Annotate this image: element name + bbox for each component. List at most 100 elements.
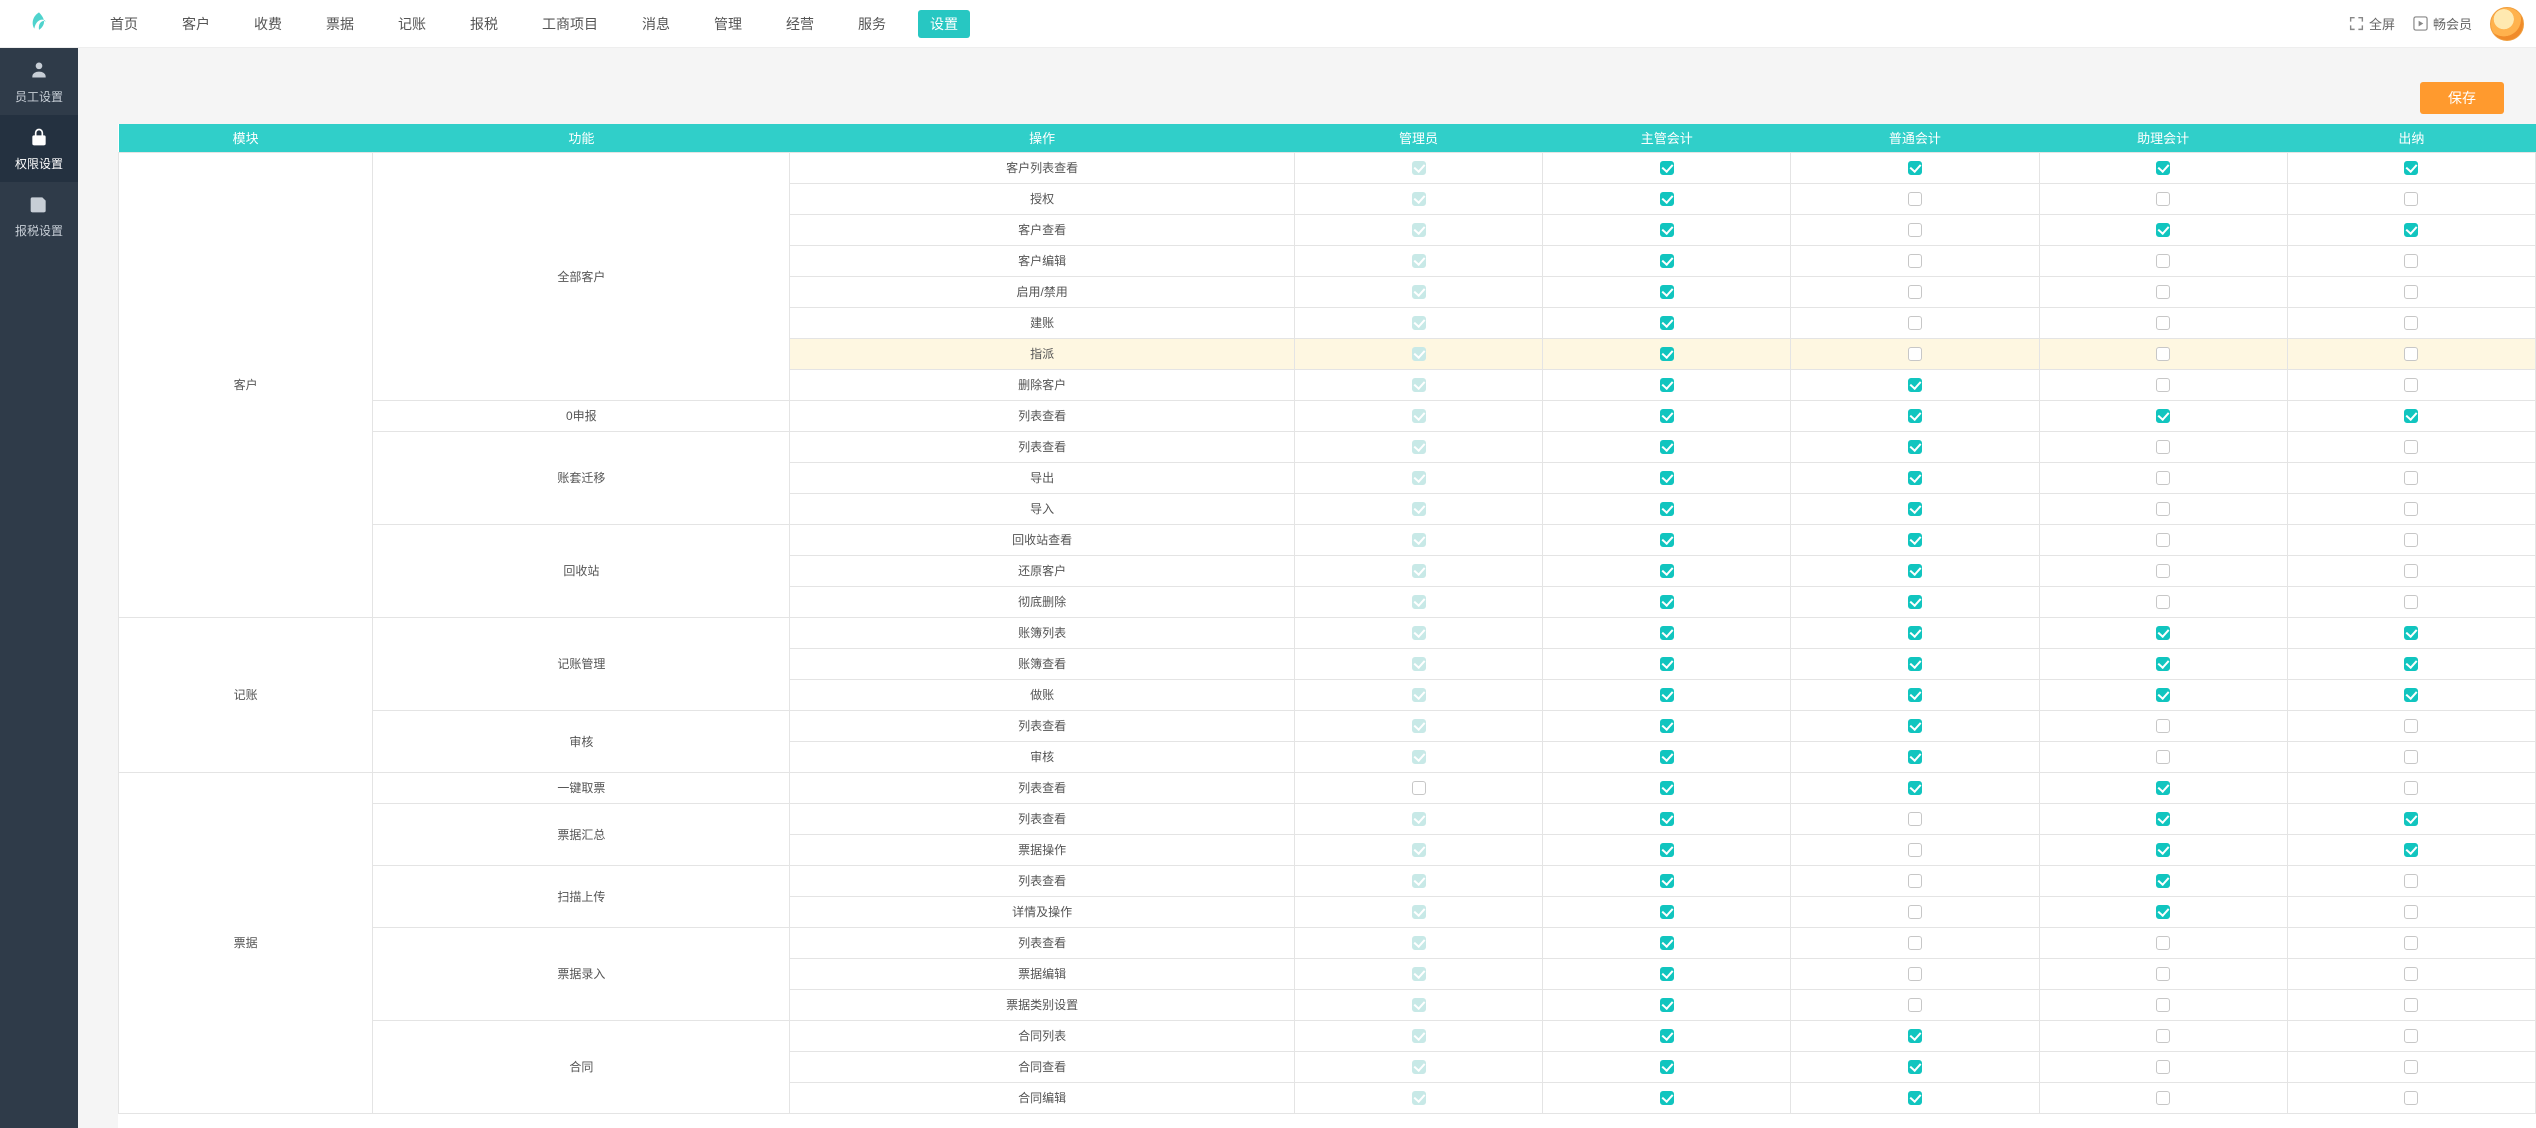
- fullscreen-button[interactable]: 全屏: [2349, 14, 2395, 33]
- checkbox[interactable]: [1660, 1091, 1674, 1105]
- topnav-item-8[interactable]: 管理: [692, 0, 764, 48]
- checkbox[interactable]: [2404, 564, 2418, 578]
- checkbox[interactable]: [1908, 967, 1922, 981]
- checkbox[interactable]: [1908, 254, 1922, 268]
- checkbox[interactable]: [2404, 750, 2418, 764]
- sidebar-item-tax[interactable]: 报税设置: [0, 182, 78, 249]
- checkbox[interactable]: [1908, 192, 1922, 206]
- checkbox[interactable]: [1660, 936, 1674, 950]
- checkbox[interactable]: [2156, 564, 2170, 578]
- checkbox[interactable]: [2156, 750, 2170, 764]
- checkbox[interactable]: [2404, 440, 2418, 454]
- checkbox[interactable]: [1908, 688, 1922, 702]
- checkbox[interactable]: [2156, 626, 2170, 640]
- checkbox[interactable]: [1660, 378, 1674, 392]
- checkbox[interactable]: [2404, 254, 2418, 268]
- checkbox[interactable]: [1908, 905, 1922, 919]
- checkbox[interactable]: [1660, 192, 1674, 206]
- checkbox[interactable]: [1908, 502, 1922, 516]
- checkbox[interactable]: [1660, 502, 1674, 516]
- checkbox[interactable]: [2156, 223, 2170, 237]
- checkbox[interactable]: [2156, 688, 2170, 702]
- checkbox[interactable]: [1908, 595, 1922, 609]
- checkbox[interactable]: [1908, 874, 1922, 888]
- checkbox[interactable]: [1660, 285, 1674, 299]
- topnav-item-1[interactable]: 客户: [160, 0, 232, 48]
- checkbox[interactable]: [2156, 409, 2170, 423]
- checkbox[interactable]: [2404, 409, 2418, 423]
- checkbox[interactable]: [2404, 192, 2418, 206]
- checkbox[interactable]: [1660, 626, 1674, 640]
- checkbox[interactable]: [2404, 471, 2418, 485]
- checkbox[interactable]: [2156, 285, 2170, 299]
- checkbox[interactable]: [2404, 533, 2418, 547]
- checkbox[interactable]: [2156, 967, 2170, 981]
- checkbox[interactable]: [1908, 750, 1922, 764]
- checkbox[interactable]: [2156, 1060, 2170, 1074]
- checkbox[interactable]: [1908, 564, 1922, 578]
- checkbox[interactable]: [1908, 626, 1922, 640]
- topnav-item-10[interactable]: 服务: [836, 0, 908, 48]
- checkbox[interactable]: [1908, 347, 1922, 361]
- sidebar-item-perm[interactable]: 权限设置: [0, 115, 78, 182]
- checkbox[interactable]: [2156, 1091, 2170, 1105]
- checkbox[interactable]: [1908, 285, 1922, 299]
- checkbox[interactable]: [1660, 1060, 1674, 1074]
- checkbox[interactable]: [2156, 347, 2170, 361]
- checkbox[interactable]: [1908, 1091, 1922, 1105]
- save-button[interactable]: 保存: [2420, 82, 2504, 114]
- checkbox[interactable]: [2156, 161, 2170, 175]
- checkbox[interactable]: [1908, 378, 1922, 392]
- checkbox[interactable]: [2156, 874, 2170, 888]
- checkbox[interactable]: [2404, 657, 2418, 671]
- checkbox[interactable]: [2156, 595, 2170, 609]
- vip-button[interactable]: 畅会员: [2413, 14, 2472, 33]
- checkbox[interactable]: [2156, 812, 2170, 826]
- checkbox[interactable]: [2404, 1029, 2418, 1043]
- checkbox[interactable]: [1908, 161, 1922, 175]
- checkbox[interactable]: [2404, 316, 2418, 330]
- checkbox[interactable]: [2156, 998, 2170, 1012]
- checkbox[interactable]: [1660, 161, 1674, 175]
- checkbox[interactable]: [2156, 781, 2170, 795]
- checkbox[interactable]: [2404, 998, 2418, 1012]
- checkbox[interactable]: [1908, 1060, 1922, 1074]
- checkbox[interactable]: [1660, 223, 1674, 237]
- checkbox[interactable]: [1908, 812, 1922, 826]
- checkbox[interactable]: [2404, 223, 2418, 237]
- checkbox[interactable]: [2404, 285, 2418, 299]
- checkbox[interactable]: [2404, 781, 2418, 795]
- checkbox[interactable]: [2156, 192, 2170, 206]
- checkbox[interactable]: [1660, 471, 1674, 485]
- checkbox[interactable]: [2404, 843, 2418, 857]
- topnav-item-9[interactable]: 经营: [764, 0, 836, 48]
- checkbox[interactable]: [1908, 657, 1922, 671]
- topnav-item-11[interactable]: 设置: [918, 10, 970, 38]
- checkbox[interactable]: [2156, 719, 2170, 733]
- checkbox[interactable]: [1660, 998, 1674, 1012]
- permission-table-wrap[interactable]: 模块功能操作管理员主管会计普通会计助理会计出纳 客户全部客户客户列表查看授权客户…: [118, 124, 2536, 1128]
- checkbox[interactable]: [2156, 657, 2170, 671]
- checkbox[interactable]: [1660, 874, 1674, 888]
- topnav-item-6[interactable]: 工商项目: [520, 0, 620, 48]
- checkbox[interactable]: [2404, 347, 2418, 361]
- checkbox[interactable]: [1660, 595, 1674, 609]
- checkbox[interactable]: [1660, 1029, 1674, 1043]
- checkbox[interactable]: [1908, 440, 1922, 454]
- checkbox[interactable]: [1660, 347, 1674, 361]
- topnav-item-3[interactable]: 票据: [304, 0, 376, 48]
- checkbox[interactable]: [2404, 502, 2418, 516]
- checkbox[interactable]: [1660, 967, 1674, 981]
- checkbox[interactable]: [1908, 936, 1922, 950]
- checkbox[interactable]: [2404, 1091, 2418, 1105]
- checkbox[interactable]: [1660, 440, 1674, 454]
- checkbox[interactable]: [1908, 471, 1922, 485]
- checkbox[interactable]: [1908, 719, 1922, 733]
- checkbox[interactable]: [1908, 223, 1922, 237]
- checkbox[interactable]: [2404, 812, 2418, 826]
- checkbox[interactable]: [1412, 781, 1426, 795]
- checkbox[interactable]: [2156, 502, 2170, 516]
- checkbox[interactable]: [1908, 316, 1922, 330]
- checkbox[interactable]: [1660, 254, 1674, 268]
- checkbox[interactable]: [2404, 874, 2418, 888]
